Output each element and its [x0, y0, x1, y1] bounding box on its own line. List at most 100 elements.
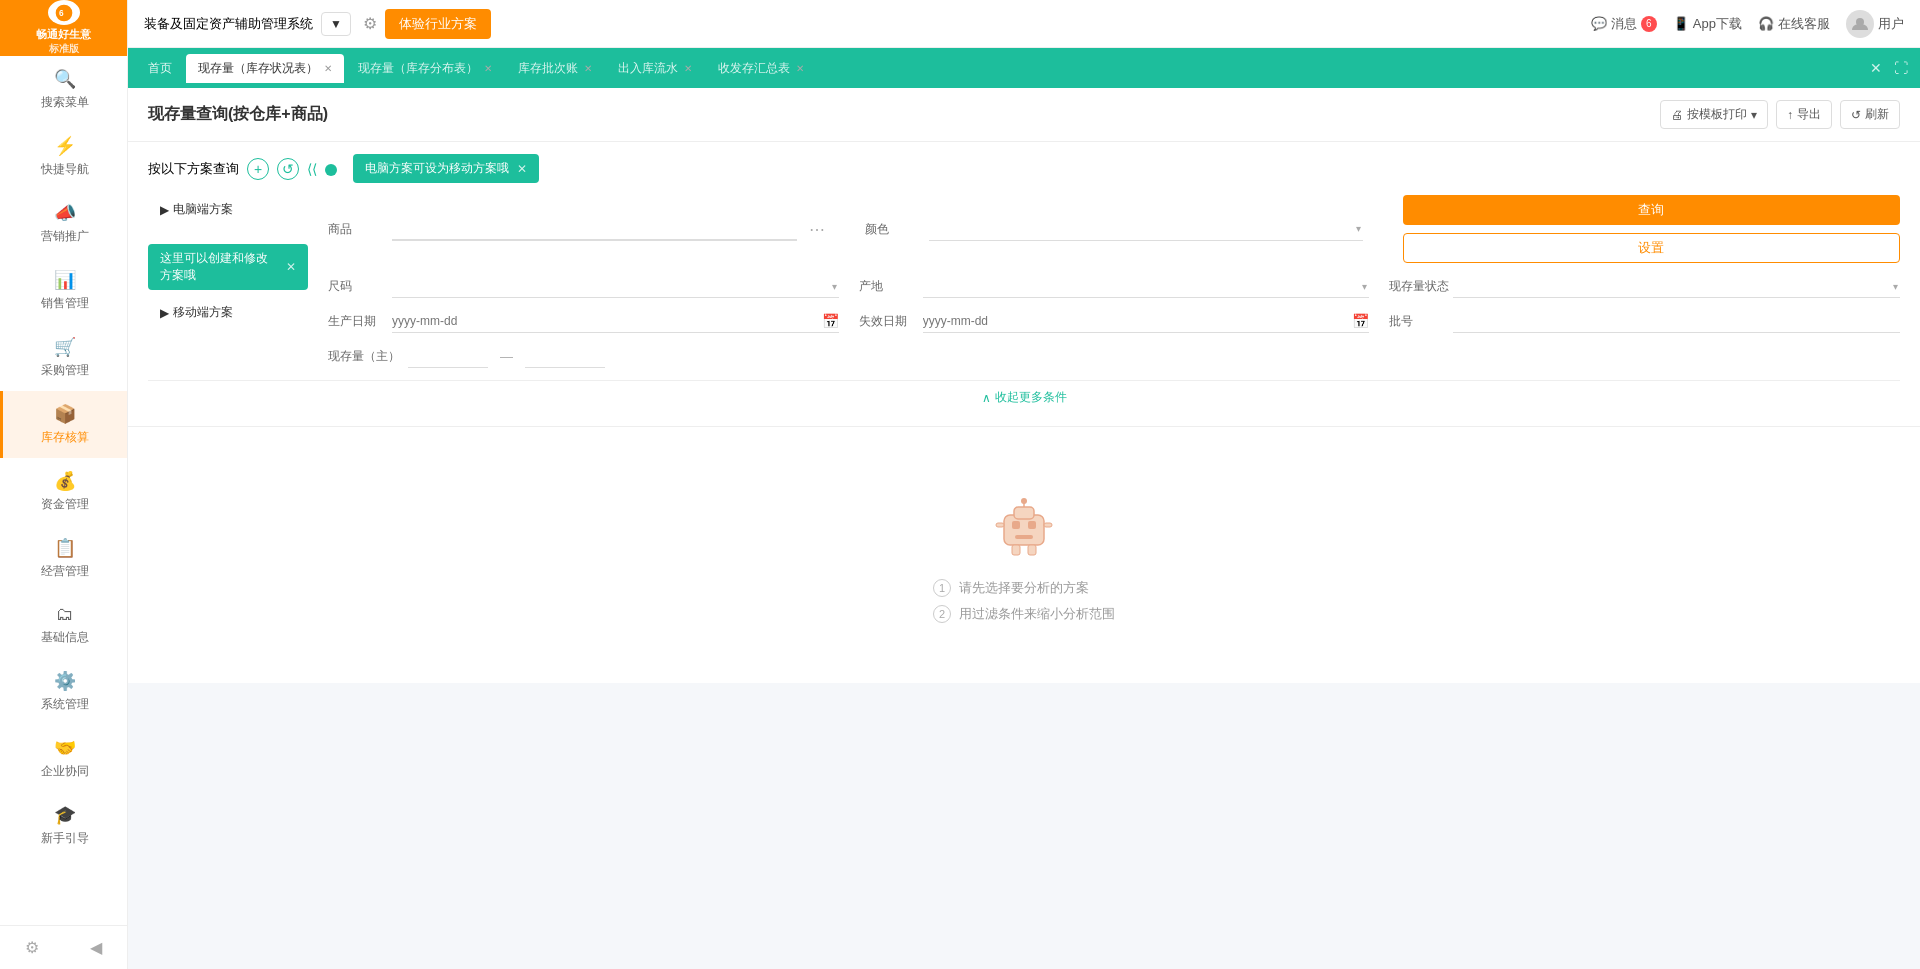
color-select-wrapper[interactable]: ▾	[929, 218, 1362, 241]
search-button[interactable]: 查询	[1403, 195, 1900, 225]
tab-label: 收发存汇总表	[718, 60, 790, 77]
size-select-wrapper[interactable]: ▾	[392, 275, 839, 298]
message-icon: 💬	[1591, 16, 1607, 31]
tooltip-close-icon[interactable]: ✕	[286, 260, 296, 274]
origin-select[interactable]	[923, 275, 1370, 297]
color-select[interactable]	[929, 218, 1362, 240]
content-area: 现存量查询(按仓库+商品) 🖨 按模板打印 ▾ ↑ 导出 ↺ 刷新	[128, 88, 1920, 969]
export-btn[interactable]: ↑ 导出	[1776, 100, 1832, 129]
tooltip-close-icon[interactable]: ✕	[517, 162, 527, 176]
sidebar-item-corp[interactable]: 🤝 企业协同	[0, 725, 127, 792]
tab-inventory-dist[interactable]: 现存量（库存分布表） ✕	[346, 54, 504, 83]
step-2-num: 2	[933, 605, 951, 623]
filter-header: 按以下方案查询 + ↺ ⟨⟨ 电脑方案可设为移动方案哦 ✕	[148, 154, 1900, 183]
sidebar-item-label: 资金管理	[41, 496, 89, 513]
svg-rect-13	[1028, 545, 1036, 555]
reset-button[interactable]: 设置	[1403, 233, 1900, 263]
mobile-scheme-item[interactable]: ▶ 移动端方案	[148, 298, 308, 327]
expand-icon[interactable]: ⛶	[1890, 56, 1912, 80]
tab-home[interactable]: 首页	[136, 54, 184, 83]
scheme-sub-product[interactable]	[164, 224, 308, 236]
sidebar-item-marketing[interactable]: 📣 营销推广	[0, 190, 127, 257]
refresh-btn[interactable]: ↺ 刷新	[1840, 100, 1900, 129]
tab-close-icon[interactable]: ✕	[684, 63, 692, 74]
expiry-date-input-wrapper[interactable]: 📅	[923, 310, 1370, 333]
desktop-scheme-item[interactable]: ▶ 电脑端方案	[148, 195, 308, 224]
qty-to-input[interactable]	[525, 345, 605, 368]
sidebar-item-system[interactable]: ⚙️ 系统管理	[0, 658, 127, 725]
close-all-tabs-icon[interactable]: ✕	[1866, 56, 1886, 80]
tab-close-icon[interactable]: ✕	[584, 63, 592, 74]
batch-label: 批号	[1389, 313, 1445, 330]
filter-batch: 批号	[1389, 310, 1900, 333]
settings-icon[interactable]: ⚙	[363, 14, 377, 33]
tab-close-icon[interactable]: ✕	[324, 63, 332, 74]
arrow-icon: ▶	[160, 203, 169, 217]
sidebar-item-inventory[interactable]: 📦 库存核算	[0, 391, 127, 458]
tab-stock-flow[interactable]: 出入库流水 ✕	[606, 54, 704, 83]
size-select[interactable]	[392, 275, 839, 297]
message-btn[interactable]: 💬 消息 6	[1591, 15, 1657, 33]
print-btn[interactable]: 🖨 按模板打印 ▾	[1660, 100, 1768, 129]
step-1-text: 请先选择要分析的方案	[959, 579, 1089, 597]
prod-date-input[interactable]	[392, 310, 822, 332]
sidebar-item-guide[interactable]: 🎓 新手引导	[0, 792, 127, 859]
sidebar-item-purchase[interactable]: 🛒 采购管理	[0, 324, 127, 391]
refresh-scheme-btn[interactable]: ↺	[277, 158, 299, 180]
tab-summary[interactable]: 收发存汇总表 ✕	[706, 54, 816, 83]
export-icon: ↑	[1787, 108, 1793, 122]
collapse-bar[interactable]: ∧ 收起更多条件	[148, 380, 1900, 414]
desktop-scheme-tooltip: 电脑方案可设为移动方案哦 ✕	[353, 154, 539, 183]
tab-label: 现存量（库存状况表）	[198, 60, 318, 77]
filter-row-4: 现存量（主） —	[328, 345, 1900, 368]
create-scheme-tooltip: 这里可以创建和修改方案哦 ✕	[148, 244, 308, 290]
sidebar-item-sales[interactable]: 📊 销售管理	[0, 257, 127, 324]
filter-origin: 产地 ▾	[859, 275, 1370, 298]
batch-input[interactable]	[1453, 310, 1900, 333]
mobile-scheme-item-wrapper: ▶ 移动端方案	[148, 298, 308, 327]
tab-close-icon[interactable]: ✕	[796, 63, 804, 74]
tab-close-icon[interactable]: ✕	[484, 63, 492, 74]
product-more-icon[interactable]: ⋯	[809, 220, 825, 239]
chevron-up-icon: ∧	[982, 391, 991, 405]
online-service-btn[interactable]: 🎧 在线客服	[1758, 15, 1830, 33]
empty-state: 1 请先选择要分析的方案 2 用过滤条件来缩小分析范围	[128, 427, 1920, 683]
stock-state-select[interactable]	[1453, 275, 1900, 297]
filter-expiry-date: 失效日期 📅	[859, 310, 1370, 333]
product-select-wrapper[interactable]	[392, 217, 797, 241]
trial-button[interactable]: 体验行业方案	[385, 9, 491, 39]
origin-select-wrapper[interactable]: ▾	[923, 275, 1370, 298]
sidebar: 6 畅通好生意 标准版 🔍 搜索菜单 ⚡ 快捷导航 📣 营销推广 📊 销售管理 …	[0, 0, 128, 969]
user-menu[interactable]: 用户	[1846, 10, 1904, 38]
tab-batch-account[interactable]: 库存批次账 ✕	[506, 54, 604, 83]
sidebar-item-base[interactable]: 🗂 基础信息	[0, 592, 127, 658]
app-download-btn[interactable]: 📱 App下载	[1673, 15, 1742, 33]
back-arrow-icon[interactable]: ⟨⟨	[307, 161, 317, 177]
sidebar-item-nav[interactable]: ⚡ 快捷导航	[0, 123, 127, 190]
calendar-icon[interactable]: 📅	[1352, 313, 1369, 329]
origin-label: 产地	[859, 278, 915, 295]
system-select[interactable]: ▼	[321, 12, 351, 36]
sidebar-item-operations[interactable]: 📋 经营管理	[0, 525, 127, 592]
user-label: 用户	[1878, 15, 1904, 33]
collapse-sidebar-icon[interactable]: ◀	[90, 938, 102, 957]
add-scheme-btn[interactable]: +	[247, 158, 269, 180]
filter-row-2: 尺码 ▾ 产地 ▾	[328, 275, 1900, 298]
product-input[interactable]	[392, 217, 797, 240]
sidebar-item-finance[interactable]: 💰 资金管理	[0, 458, 127, 525]
qty-from-input[interactable]	[408, 345, 488, 368]
desktop-scheme-label: 电脑端方案	[173, 201, 233, 218]
settings-footer-icon[interactable]: ⚙	[25, 938, 39, 957]
expiry-date-input[interactable]	[923, 310, 1353, 332]
svg-rect-9	[1015, 535, 1033, 539]
app-version: 标准版	[49, 42, 79, 56]
handshake-icon: 🤝	[54, 737, 76, 759]
tab-inventory-status[interactable]: 现存量（库存状况表） ✕	[186, 54, 344, 83]
stock-state-wrapper[interactable]: ▾	[1453, 275, 1900, 298]
sidebar-item-label: 搜索菜单	[41, 94, 89, 111]
chevron-down-icon: ▾	[1362, 281, 1367, 292]
sidebar-item-search[interactable]: 🔍 搜索菜单	[0, 56, 127, 123]
expiry-date-label: 失效日期	[859, 313, 915, 330]
prod-date-input-wrapper[interactable]: 📅	[392, 310, 839, 333]
calendar-icon[interactable]: 📅	[822, 313, 839, 329]
